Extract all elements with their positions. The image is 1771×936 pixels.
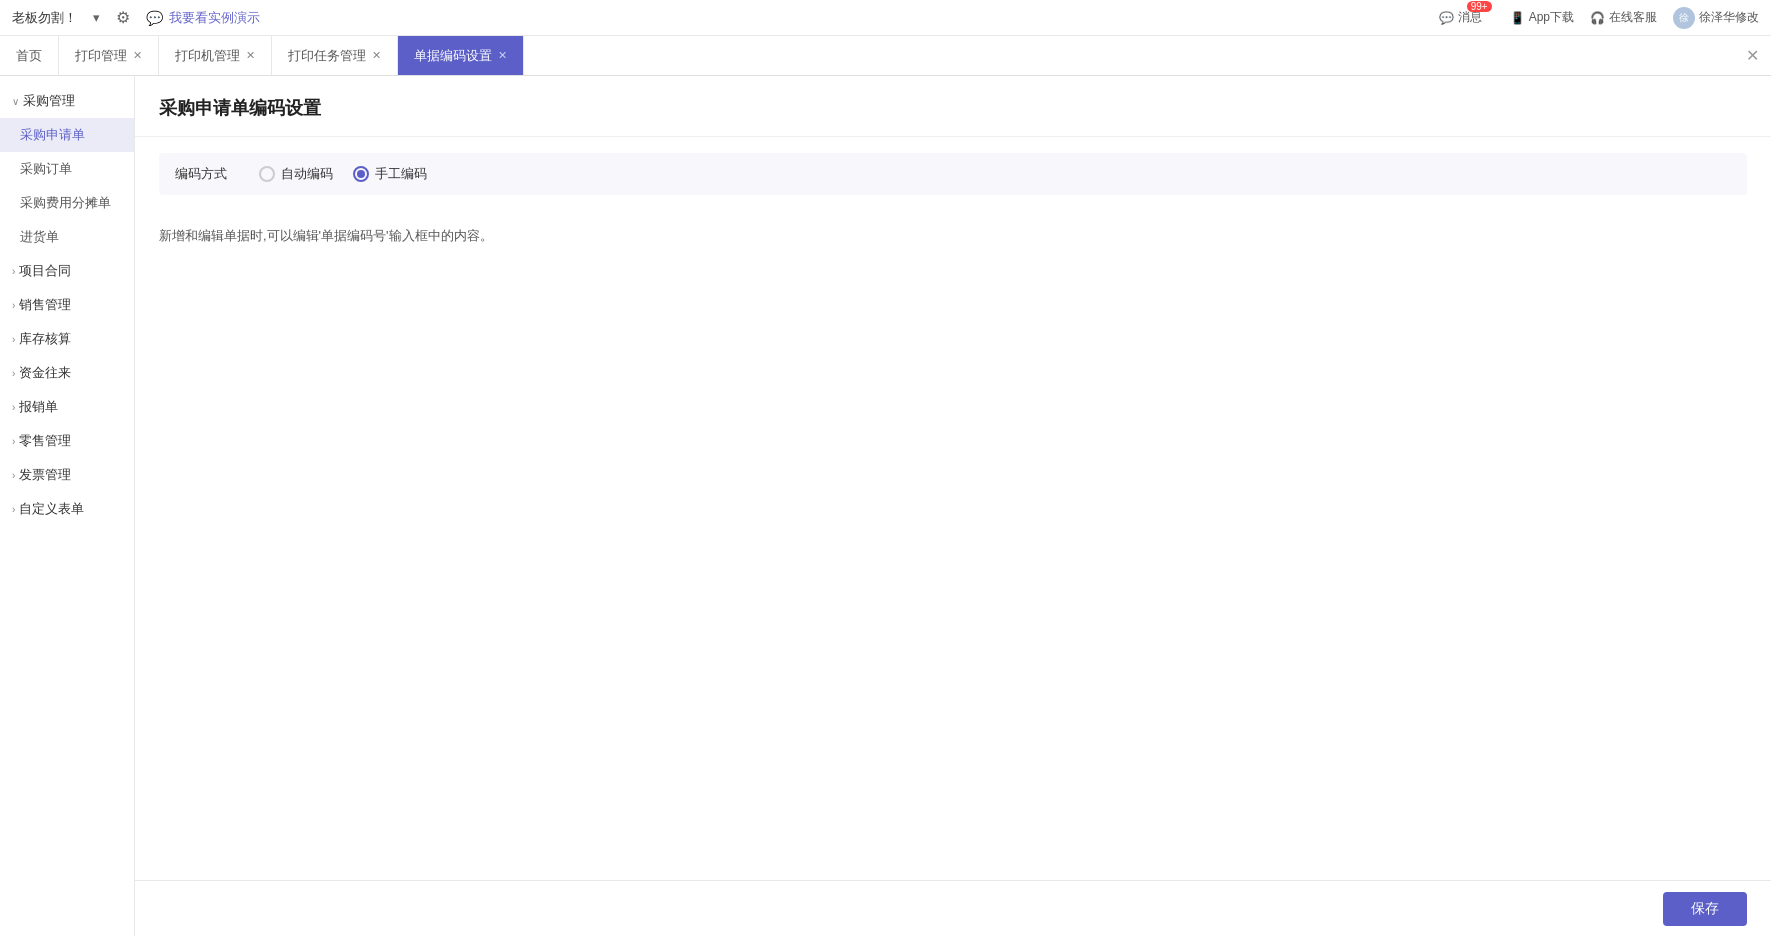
online-support-button[interactable]: 🎧 在线客服 (1590, 9, 1657, 26)
sidebar-group-purchase-label: 采购管理 (23, 92, 75, 110)
tab-print-task-label: 打印任务管理 (288, 47, 366, 65)
page-title: 采购申请单编码设置 (159, 96, 1747, 120)
chevron-right-icon: › (12, 504, 15, 515)
sidebar-group-project-contract[interactable]: › 项目合同 (0, 254, 134, 288)
chevron-right-icon: › (12, 436, 15, 447)
tab-spacer (524, 36, 1734, 75)
headset-icon: 🎧 (1590, 11, 1605, 25)
tab-printer-management[interactable]: 打印机管理 ✕ (159, 36, 272, 75)
sidebar-group-invoice[interactable]: › 发票管理 (0, 458, 134, 492)
online-support-label: 在线客服 (1609, 9, 1657, 26)
settings-icon[interactable]: ⚙ (116, 8, 130, 27)
top-bar: 老板勿割！ ▾ ⚙ 我要看实例演示 💬 消息 99+ 📱 App下载 🎧 在线客… (0, 0, 1771, 36)
sidebar-item-goods-receipt[interactable]: 进货单 (0, 220, 134, 254)
chevron-down-icon: ▾ (93, 10, 100, 25)
app-title: 老板勿割！ (12, 9, 77, 27)
info-text: 新增和编辑单据时,可以编辑'单据编码号'输入框中的内容。 (135, 211, 1771, 261)
page-body: 编码方式 自动编码 手工编码 新增和编辑单据时,可以编辑'单据编码号'输入框中的… (135, 137, 1771, 880)
sidebar-item-purchase-order[interactable]: 采购订单 (0, 152, 134, 186)
save-button[interactable]: 保存 (1663, 892, 1747, 926)
radio-auto-coding[interactable]: 自动编码 (259, 165, 333, 183)
tab-home[interactable]: 首页 (0, 36, 59, 75)
user-button[interactable]: 徐 徐泽华修改 (1673, 7, 1759, 29)
top-bar-right: 💬 消息 99+ 📱 App下载 🎧 在线客服 徐 徐泽华修改 (1439, 7, 1759, 29)
message-icon: 💬 (1439, 11, 1454, 25)
page-header: 采购申请单编码设置 (135, 76, 1771, 137)
close-icon[interactable]: ✕ (372, 49, 381, 62)
tab-bar: 首页 打印管理 ✕ 打印机管理 ✕ 打印任务管理 ✕ 单据编码设置 ✕ ✕ (0, 36, 1771, 76)
close-icon[interactable]: ✕ (133, 49, 142, 62)
app-download-label: App下载 (1529, 9, 1574, 26)
coding-section: 编码方式 自动编码 手工编码 (135, 137, 1771, 211)
chevron-right-icon: › (12, 368, 15, 379)
layout: ∨ 采购管理 采购申请单 采购订单 采购费用分摊单 进货单 › 项目合同 › 销… (0, 76, 1771, 936)
coding-label: 编码方式 (175, 165, 235, 183)
demo-link[interactable]: 我要看实例演示 (146, 9, 260, 27)
tab-print-management[interactable]: 打印管理 ✕ (59, 36, 159, 75)
sidebar-group-sales-management[interactable]: › 销售管理 (0, 288, 134, 322)
radio-manual-coding[interactable]: 手工编码 (353, 165, 427, 183)
radio-manual-circle (353, 166, 369, 182)
sidebar-group-custom-forms[interactable]: › 自定义表单 (0, 492, 134, 526)
chevron-right-icon: › (12, 300, 15, 311)
main-content: 采购申请单编码设置 编码方式 自动编码 手工编码 (135, 76, 1771, 936)
sidebar-item-purchase-expense[interactable]: 采购费用分摊单 (0, 186, 134, 220)
sidebar-item-purchase-request[interactable]: 采购申请单 (0, 118, 134, 152)
page-footer: 保存 (135, 880, 1771, 936)
tab-single-code-setting-label: 单据编码设置 (414, 47, 492, 65)
app-icon: 📱 (1510, 11, 1525, 25)
tab-print-task[interactable]: 打印任务管理 ✕ (272, 36, 398, 75)
tab-close-all-button[interactable]: ✕ (1734, 36, 1771, 75)
top-bar-left: 老板勿割！ ▾ ⚙ 我要看实例演示 (12, 8, 260, 27)
sidebar-group-returns[interactable]: › 报销单 (0, 390, 134, 424)
sidebar: ∨ 采购管理 采购申请单 采购订单 采购费用分摊单 进货单 › 项目合同 › 销… (0, 76, 135, 936)
radio-manual-label: 手工编码 (375, 165, 427, 183)
app-download-button[interactable]: 📱 App下载 (1510, 9, 1574, 26)
coding-row: 编码方式 自动编码 手工编码 (159, 153, 1747, 195)
sidebar-group-funds[interactable]: › 资金往来 (0, 356, 134, 390)
user-name-label: 徐泽华修改 (1699, 9, 1759, 26)
close-all-icon: ✕ (1746, 46, 1759, 65)
message-button[interactable]: 💬 消息 99+ (1439, 9, 1482, 26)
tab-print-management-label: 打印管理 (75, 47, 127, 65)
avatar: 徐 (1673, 7, 1695, 29)
close-icon[interactable]: ✕ (498, 49, 507, 62)
message-badge: 99+ (1467, 1, 1492, 12)
tab-home-label: 首页 (16, 47, 42, 65)
sidebar-group-purchase-management[interactable]: ∨ 采购管理 (0, 84, 134, 118)
sidebar-group-inventory[interactable]: › 库存核算 (0, 322, 134, 356)
radio-auto-label: 自动编码 (281, 165, 333, 183)
chevron-right-icon: › (12, 470, 15, 481)
radio-auto-circle (259, 166, 275, 182)
chevron-right-icon: › (12, 402, 15, 413)
chevron-right-icon: › (12, 334, 15, 345)
title-dropdown[interactable]: ▾ (93, 10, 100, 25)
chevron-down-icon: ∨ (12, 96, 19, 107)
chevron-right-icon: › (12, 266, 15, 277)
tab-single-code-setting[interactable]: 单据编码设置 ✕ (398, 36, 524, 75)
sidebar-group-retail[interactable]: › 零售管理 (0, 424, 134, 458)
radio-group: 自动编码 手工编码 (259, 165, 427, 183)
tab-printer-management-label: 打印机管理 (175, 47, 240, 65)
close-icon[interactable]: ✕ (246, 49, 255, 62)
